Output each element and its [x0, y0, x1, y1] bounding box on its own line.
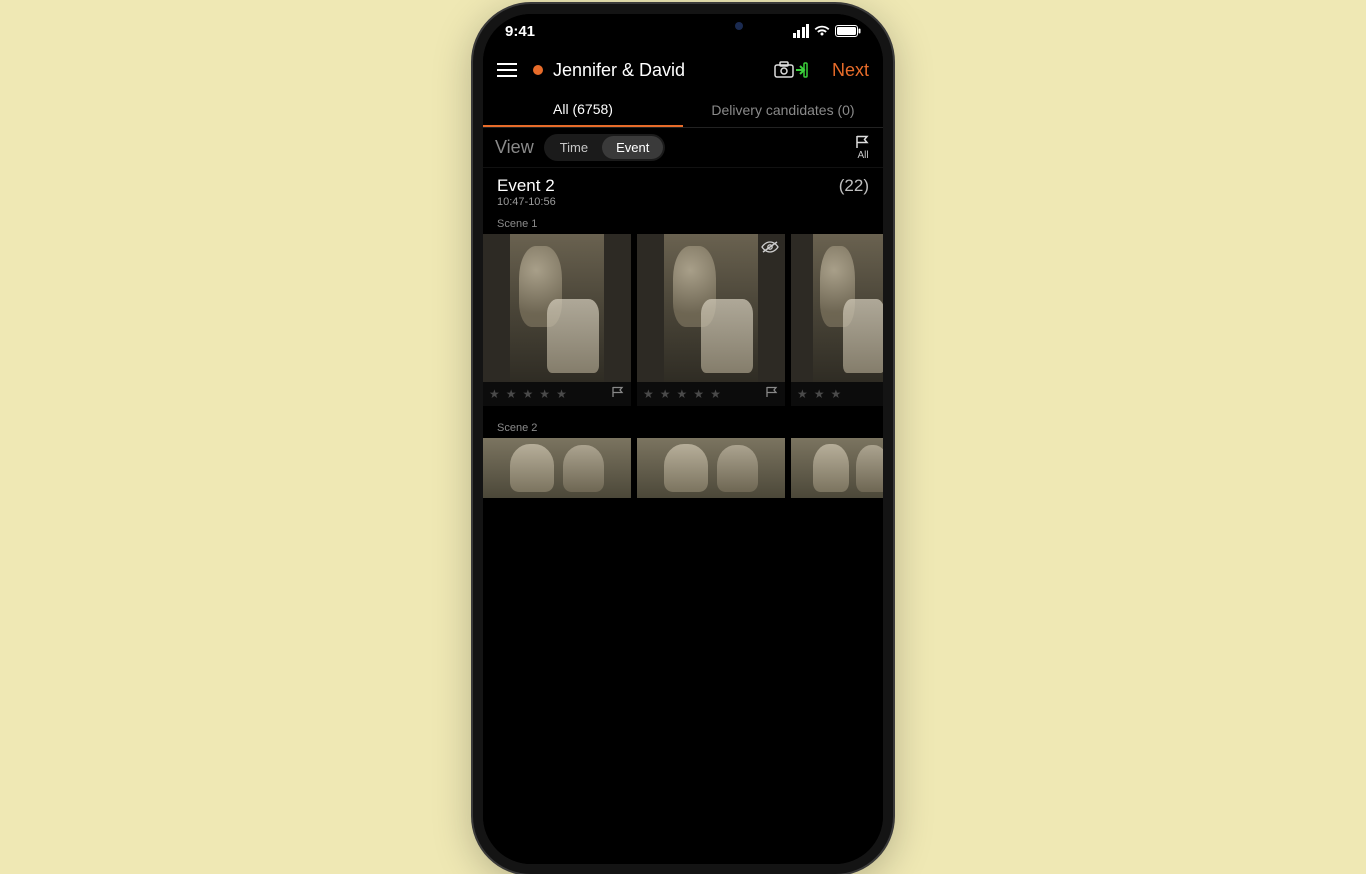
- star-icon[interactable]: ★: [523, 387, 534, 401]
- thumbnail-card[interactable]: [483, 438, 631, 498]
- cellular-icon: [793, 24, 810, 38]
- thumbnail-card[interactable]: ★ ★ ★ ★ ★: [483, 234, 631, 406]
- menu-icon[interactable]: [497, 63, 517, 77]
- next-button[interactable]: Next: [832, 60, 869, 81]
- filter-flag-all[interactable]: All: [855, 135, 871, 161]
- flag-icon: [855, 135, 871, 149]
- thumbnail-card[interactable]: ★ ★ ★: [791, 234, 883, 406]
- star-icon[interactable]: ★: [506, 387, 517, 401]
- view-segment: Time Event: [544, 134, 666, 161]
- thumbnail-image[interactable]: [791, 234, 883, 382]
- tab-all[interactable]: All (6758): [483, 92, 683, 127]
- scene-2-label: Scene 2: [483, 416, 883, 438]
- tab-delivery[interactable]: Delivery candidates (0): [683, 92, 883, 127]
- thumbnail-rating: ★ ★ ★ ★ ★: [483, 382, 631, 406]
- star-icon[interactable]: ★: [539, 387, 550, 401]
- hidden-icon[interactable]: [761, 240, 779, 259]
- star-icon[interactable]: ★: [693, 387, 704, 401]
- nav-bar: Jennifer & David Next: [483, 48, 883, 92]
- status-time: 9:41: [505, 23, 535, 40]
- scene-1-label: Scene 1: [483, 212, 883, 234]
- view-controls: View Time Event All: [483, 128, 883, 168]
- event-time: 10:47-10:56: [497, 196, 556, 208]
- view-label: View: [495, 137, 534, 158]
- flag-icon[interactable]: [765, 385, 779, 403]
- camera-import-icon[interactable]: [774, 60, 808, 80]
- thumbnail-image[interactable]: [483, 234, 631, 382]
- phone-frame: 9:41 Jennifer & David: [473, 4, 893, 874]
- filter-flag-all-label: All: [857, 150, 868, 161]
- status-indicators: [793, 24, 862, 38]
- thumbnail-image[interactable]: [483, 438, 631, 498]
- event-count: (22): [839, 176, 869, 196]
- star-icon[interactable]: ★: [660, 387, 671, 401]
- star-icon[interactable]: ★: [643, 387, 654, 401]
- scene-2-thumbs[interactable]: [483, 438, 883, 498]
- segment-time[interactable]: Time: [546, 136, 602, 159]
- thumbnail-image[interactable]: [637, 234, 785, 382]
- thumbnail-card[interactable]: [637, 438, 785, 498]
- thumbnail-image[interactable]: [791, 438, 883, 498]
- thumbnail-card[interactable]: [791, 438, 883, 498]
- phone-notch: [593, 14, 773, 40]
- project-title: Jennifer & David: [553, 60, 685, 81]
- tab-bar: All (6758) Delivery candidates (0): [483, 92, 883, 128]
- star-icon[interactable]: ★: [814, 387, 825, 401]
- scene-1-thumbs[interactable]: ★ ★ ★ ★ ★ ★: [483, 234, 883, 406]
- status-dot-icon: [533, 65, 543, 75]
- event-header: Event 2 10:47-10:56 (22): [483, 168, 883, 212]
- flag-icon[interactable]: [611, 385, 625, 403]
- app-screen: 9:41 Jennifer & David: [483, 14, 883, 864]
- wifi-icon: [814, 25, 830, 37]
- thumbnail-rating: ★ ★ ★ ★ ★: [637, 382, 785, 406]
- segment-event[interactable]: Event: [602, 136, 663, 159]
- thumbnail-card[interactable]: ★ ★ ★ ★ ★: [637, 234, 785, 406]
- star-icon[interactable]: ★: [831, 387, 842, 401]
- star-icon[interactable]: ★: [677, 387, 688, 401]
- star-icon[interactable]: ★: [556, 387, 567, 401]
- star-icon[interactable]: ★: [489, 387, 500, 401]
- event-title: Event 2: [497, 176, 556, 196]
- battery-icon: [835, 25, 861, 37]
- thumbnail-rating: ★ ★ ★: [791, 382, 883, 406]
- thumbnail-image[interactable]: [637, 438, 785, 498]
- star-icon[interactable]: ★: [710, 387, 721, 401]
- star-icon[interactable]: ★: [797, 387, 808, 401]
